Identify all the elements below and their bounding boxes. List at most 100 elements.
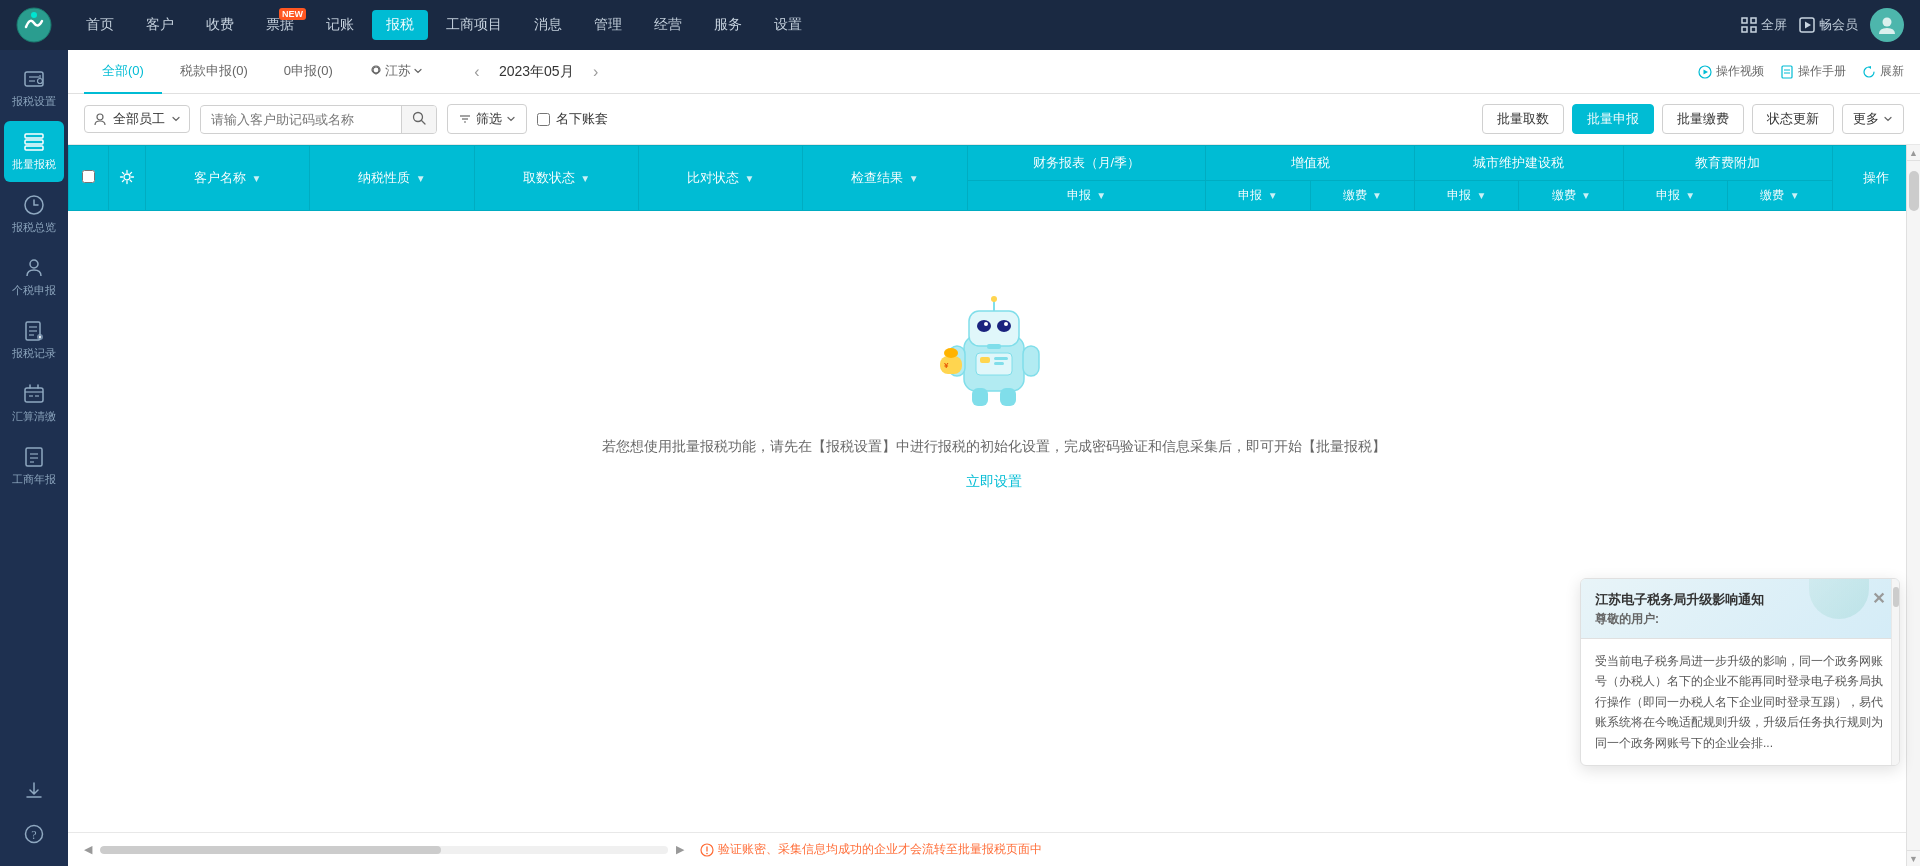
user-avatar[interactable] xyxy=(1870,8,1904,42)
horizontal-scrollbar[interactable] xyxy=(100,846,668,854)
sidebar-help-btn[interactable]: ? xyxy=(4,814,64,854)
employee-icon xyxy=(93,112,107,126)
operation-video-btn[interactable]: 操作视频 xyxy=(1698,63,1764,80)
nav-items: 首页 客户 收费 票据 NEW 记账 报税 工商项目 消息 管理 经营 服务 设… xyxy=(72,10,1741,40)
sidebar-item-tax-record[interactable]: 报税记录 xyxy=(4,310,64,371)
sidebar-item-tax-overview[interactable]: 报税总览 xyxy=(4,184,64,245)
month-next-btn[interactable]: › xyxy=(584,60,608,84)
svg-point-12 xyxy=(38,79,43,84)
notification-close-button[interactable]: ✕ xyxy=(1872,591,1885,607)
month-nav: ‹ 2023年05月 › xyxy=(465,60,608,84)
nav-right: 全屏 畅会员 xyxy=(1741,8,1904,42)
nav-operation[interactable]: 经营 xyxy=(640,10,696,40)
tab-tax-declare[interactable]: 税款申报(0) xyxy=(162,50,266,94)
nav-customer[interactable]: 客户 xyxy=(132,10,188,40)
setup-link[interactable]: 立即设置 xyxy=(966,473,1022,491)
right-scrollbar: ▲ ▼ xyxy=(1906,145,1920,866)
employee-select[interactable]: 全部员工 xyxy=(84,105,190,133)
month-prev-btn[interactable]: ‹ xyxy=(465,60,489,84)
help-icon: ? xyxy=(24,824,44,844)
accounts-checkbox[interactable] xyxy=(537,113,550,126)
sidebar-item-annual-report[interactable]: 工商年报 xyxy=(4,436,64,497)
svg-point-8 xyxy=(1883,18,1892,27)
scrollbar-track xyxy=(1907,161,1921,850)
svg-rect-42 xyxy=(1782,66,1792,78)
status-update-button[interactable]: 状态更新 xyxy=(1752,104,1834,134)
th-vat: 增值税 xyxy=(1206,146,1415,181)
th-settings[interactable] xyxy=(109,146,146,211)
app-logo[interactable] xyxy=(16,7,52,43)
scroll-down-button[interactable]: ▼ xyxy=(1907,850,1921,866)
nav-settings[interactable]: 设置 xyxy=(760,10,816,40)
svg-rect-15 xyxy=(25,140,43,144)
tab-zero-declare[interactable]: 0申报(0) xyxy=(266,50,351,94)
video-icon xyxy=(1698,65,1712,79)
svg-marker-41 xyxy=(1704,69,1709,74)
fullscreen-button[interactable]: 全屏 xyxy=(1741,16,1787,34)
th-financial-report: 财务报表（月/季） xyxy=(967,146,1206,181)
tab-region[interactable]: 江苏 xyxy=(351,50,441,94)
nav-service[interactable]: 服务 xyxy=(700,10,756,40)
operation-manual-btn[interactable]: 操作手册 xyxy=(1780,63,1846,80)
svg-text:¥: ¥ xyxy=(944,361,949,370)
batch-declare-button[interactable]: 批量申报 xyxy=(1572,104,1654,134)
more-button[interactable]: 更多 xyxy=(1842,104,1904,134)
search-button[interactable] xyxy=(401,106,436,133)
sidebar-item-settlement[interactable]: 汇算清缴 xyxy=(4,373,64,434)
svg-rect-66 xyxy=(976,353,1012,375)
sidebar-item-tax-settings[interactable]: 报税设置 xyxy=(4,58,64,119)
tax-record-icon xyxy=(23,320,45,342)
month-display: 2023年05月 xyxy=(499,63,574,81)
notification-subtitle: 尊敬的用户: xyxy=(1595,611,1764,628)
th-check-result: 检查结果 ▼ xyxy=(803,146,967,211)
nav-message[interactable]: 消息 xyxy=(520,10,576,40)
scroll-up-button[interactable]: ▲ xyxy=(1907,145,1921,161)
nav-invoice[interactable]: 票据 NEW xyxy=(252,10,308,40)
refresh-label: 展新 xyxy=(1880,63,1904,80)
operation-manual-label: 操作手册 xyxy=(1798,63,1846,80)
member-button[interactable]: 畅会员 xyxy=(1799,16,1858,34)
svg-point-1 xyxy=(31,12,37,18)
nav-home[interactable]: 首页 xyxy=(72,10,128,40)
notification-body: 受当前电子税务局进一步升级的影响，同一个政务网账号（办税人）名下的企业不能再同时… xyxy=(1581,639,1899,765)
notification-title: 江苏电子税务局升级影响通知 xyxy=(1595,591,1764,609)
svg-rect-64 xyxy=(972,388,988,406)
nav-manage[interactable]: 管理 xyxy=(580,10,636,40)
sidebar-download-btn[interactable] xyxy=(4,770,64,810)
svg-rect-68 xyxy=(994,357,1008,360)
svg-point-58 xyxy=(1004,322,1008,326)
batch-fetch-button[interactable]: 批量取数 xyxy=(1482,104,1564,134)
batch-tax-icon xyxy=(23,131,45,153)
download-icon xyxy=(24,780,44,800)
svg-point-56 xyxy=(997,320,1011,332)
sidebar-label-annual-report: 工商年报 xyxy=(12,472,56,487)
tab-all[interactable]: 全部(0) xyxy=(84,50,162,94)
svg-rect-14 xyxy=(25,134,43,138)
sidebar-item-personal-tax[interactable]: 个税申报 xyxy=(4,247,64,308)
nav-business[interactable]: 工商项目 xyxy=(432,10,516,40)
filter-button[interactable]: 筛选 xyxy=(447,104,527,134)
scrollbar-thumb-v xyxy=(1909,171,1919,211)
search-input[interactable] xyxy=(201,107,401,132)
nav-accounting[interactable]: 记账 xyxy=(312,10,368,40)
toolbar-right-actions: 批量取数 批量申报 批量缴费 状态更新 更多 xyxy=(1482,104,1904,134)
svg-point-57 xyxy=(984,322,988,326)
fullscreen-label: 全屏 xyxy=(1761,16,1787,34)
th-client-name: 客户名称 ▼ xyxy=(146,146,310,211)
svg-rect-26 xyxy=(25,388,43,402)
th-city-declare: 申报 ▼ xyxy=(1415,181,1519,211)
sidebar-label-tax-settings: 报税设置 xyxy=(12,94,56,109)
th-checkbox[interactable] xyxy=(69,146,109,211)
th-fetch-status: 取数状态 ▼ xyxy=(474,146,638,211)
nav-tax[interactable]: 报税 xyxy=(372,10,428,40)
select-all-checkbox[interactable] xyxy=(82,170,95,183)
sidebar-label-personal-tax: 个税申报 xyxy=(12,283,56,298)
nav-fee[interactable]: 收费 xyxy=(192,10,248,40)
sidebar-item-batch-tax[interactable]: 批量报税 xyxy=(4,121,64,182)
svg-rect-32 xyxy=(26,448,42,466)
accounts-checkbox-label[interactable]: 名下账套 xyxy=(537,110,608,128)
refresh-btn[interactable]: 展新 xyxy=(1862,63,1904,80)
svg-rect-3 xyxy=(1751,18,1756,23)
batch-pay-button[interactable]: 批量缴费 xyxy=(1662,104,1744,134)
svg-point-75 xyxy=(706,852,708,854)
